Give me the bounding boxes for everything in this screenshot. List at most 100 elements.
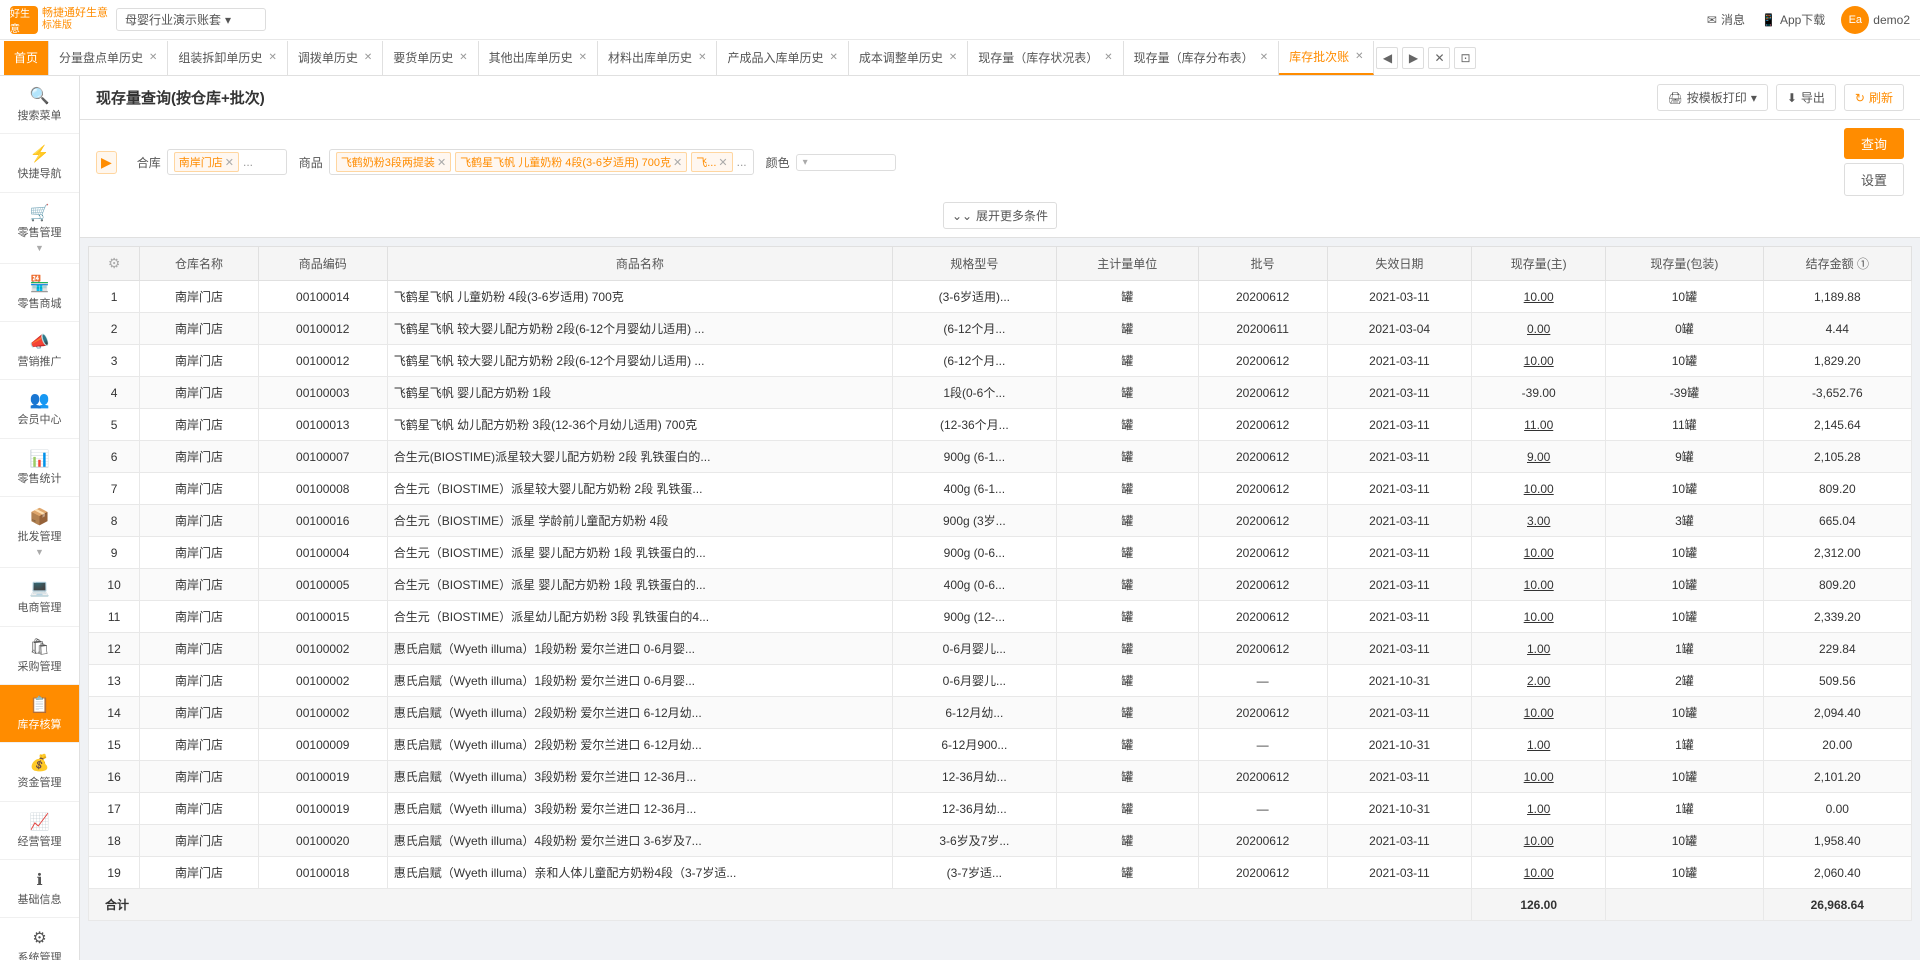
sidebar-item-business[interactable]: 📈 经营管理 [0,802,79,860]
row-qty-main[interactable]: 10.00 [1472,601,1606,633]
tab-5[interactable]: 其他出库单历史 ✕ [479,41,598,75]
app-download-btn[interactable]: 📱 App下载 [1761,11,1825,28]
row-qty-main[interactable]: 9.00 [1472,441,1606,473]
tab-home[interactable]: 首页 [4,41,49,75]
col-settings[interactable]: ⚙ [89,247,140,281]
sidebar-item-purchase[interactable]: 🛍 采购管理 [0,627,79,685]
sidebar-item-marketing[interactable]: 📣 营销推广 [0,322,79,380]
tab-close-icon[interactable]: ✕ [949,52,957,63]
col-qty-pkg: 现存量(包装) [1606,247,1763,281]
row-qty-main[interactable]: 10.00 [1472,697,1606,729]
row-qty-main[interactable]: 10.00 [1472,281,1606,313]
sidebar-item-wholesale[interactable]: 📦 批发管理 ▼ [0,497,79,568]
sidebar-item-retail-shop[interactable]: 🏪 零售商城 [0,264,79,322]
row-qty-main[interactable]: 1.00 [1472,729,1606,761]
settings-button[interactable]: 设置 [1844,163,1904,196]
account-selector[interactable]: 母婴行业演示账套 ▾ [116,8,266,31]
row-qty-main[interactable]: 10.00 [1472,537,1606,569]
tab-nav-next[interactable]: ▶ [1402,47,1424,69]
tab-7[interactable]: 产成品入库单历史 ✕ [717,41,848,75]
row-qty-main[interactable]: 3.00 [1472,505,1606,537]
row-no: 8 [89,505,140,537]
sidebar-item-finance[interactable]: 💰 资金管理 [0,743,79,801]
tab-nav-prev[interactable]: ◀ [1376,47,1398,69]
tag-close-icon[interactable]: ✕ [673,156,682,169]
more-options-icon[interactable]: ... [737,155,747,169]
row-unit: 罐 [1056,857,1198,889]
row-qty-main[interactable]: 10.00 [1472,761,1606,793]
row-batch: 20200612 [1198,281,1327,313]
sidebar-item-retail-stats[interactable]: 📊 零售统计 [0,439,79,497]
goods-tag-container[interactable]: 飞鹤奶粉3段两提装 ✕ 飞鹤星飞帆 儿童奶粉 4段(3-6岁适用) 700克 ✕… [329,149,754,175]
tab-active[interactable]: 库存批次账 ✕ [1279,41,1374,75]
row-qty-main[interactable]: 10.00 [1472,473,1606,505]
tab-close-icon[interactable]: ✕ [149,52,157,63]
tab-close-icon[interactable]: ✕ [829,52,837,63]
tab-nav-close[interactable]: ✕ [1428,47,1450,69]
tag-close-icon[interactable]: ✕ [437,156,446,169]
row-qty-main[interactable]: 2.00 [1472,665,1606,697]
row-expire: 2021-03-11 [1327,857,1472,889]
row-qty-main[interactable]: 10.00 [1472,345,1606,377]
tab-close-icon[interactable]: ✕ [698,52,706,63]
goods-filter: 商品 飞鹤奶粉3段两提装 ✕ 飞鹤星飞帆 儿童奶粉 4段(3-6岁适用) 700… [299,149,754,175]
row-expire: 2021-03-11 [1327,377,1472,409]
tab-1[interactable]: 分量盘点单历史 ✕ [49,41,168,75]
row-qty-main[interactable]: 10.00 [1472,569,1606,601]
row-qty-main[interactable]: 1.00 [1472,633,1606,665]
print-button[interactable]: 🖨 按模板打印 ▾ [1657,84,1768,111]
goods-tag-1: 飞鹤奶粉3段两提装 ✕ [336,152,451,172]
sidebar-item-system[interactable]: ⚙ 系统管理 [0,918,79,960]
row-name: 惠氏启赋（Wyeth illuma）2段奶粉 爱尔兰进口 6-12月幼... [387,697,892,729]
user-profile[interactable]: Ea demo2 [1841,6,1910,34]
row-no: 6 [89,441,140,473]
row-name: 惠氏启赋（Wyeth illuma）1段奶粉 爱尔兰进口 0-6月婴... [387,665,892,697]
tab-6[interactable]: 材料出库单历史 ✕ [598,41,717,75]
tab-2[interactable]: 组装拆卸单历史 ✕ [168,41,287,75]
tab-4[interactable]: 要货单历史 ✕ [383,41,478,75]
row-qty-main[interactable]: 11.00 [1472,409,1606,441]
export-button[interactable]: ⬇ 导出 [1776,84,1836,111]
sidebar-item-base-info[interactable]: ℹ 基础信息 [0,860,79,918]
row-qty-main[interactable]: 1.00 [1472,793,1606,825]
row-batch: — [1198,793,1327,825]
sidebar-item-quicknav[interactable]: ⚡ 快捷导航 [0,134,79,192]
settings-icon[interactable]: ⚙ [108,255,121,271]
warehouse-tag-container[interactable]: 南岸门店 ✕ ... [167,149,287,175]
row-qty-pkg: 10罐 [1606,473,1763,505]
sidebar-item-search[interactable]: 🔍 搜索菜单 [0,76,79,134]
tab-9[interactable]: 现存量（库存状况表） ✕ [968,41,1123,75]
tab-close-icon[interactable]: ✕ [579,52,587,63]
tag-close-icon[interactable]: ✕ [225,156,234,169]
search-button[interactable]: 查询 [1844,128,1904,159]
tab-close-icon[interactable]: ✕ [459,52,467,63]
row-qty-main[interactable]: 10.00 [1472,857,1606,889]
tab-10[interactable]: 现存量（库存分布表） ✕ [1124,41,1279,75]
tab-close-icon[interactable]: ✕ [1104,52,1112,63]
row-spec: 12-36月幼... [892,793,1056,825]
tab-8[interactable]: 成本调整单历史 ✕ [849,41,968,75]
expand-filter-btn[interactable]: ▶ [96,151,117,174]
row-qty-main[interactable]: 10.00 [1472,825,1606,857]
row-qty-main[interactable]: 0.00 [1472,313,1606,345]
tab-close-icon[interactable]: ✕ [364,52,372,63]
message-btn[interactable]: ✉ 消息 [1707,11,1745,28]
wholesale-icon: 📦 [30,507,50,527]
tab-close-icon[interactable]: ✕ [1355,51,1363,62]
tab-3[interactable]: 调拨单历史 ✕ [288,41,383,75]
row-warehouse: 南岸门店 [140,761,259,793]
more-options-icon[interactable]: ... [243,155,253,169]
row-unit: 罐 [1056,313,1198,345]
sidebar-item-members[interactable]: 👥 会员中心 [0,380,79,438]
sidebar-item-retail-mgmt[interactable]: 🛒 零售管理 ▼ [0,193,79,264]
tab-close-icon[interactable]: ✕ [268,52,276,63]
color-dropdown[interactable]: ▾ [796,154,896,171]
tab-nav-menu[interactable]: ⊡ [1454,47,1476,69]
expand-more-btn[interactable]: ⌄⌄ 展开更多条件 [943,202,1057,229]
sidebar-item-inventory[interactable]: 📋 库存核算 [0,685,79,743]
sidebar-item-ecommerce[interactable]: 💻 电商管理 [0,568,79,626]
refresh-button[interactable]: ↻ 刷新 [1844,84,1904,111]
tag-close-icon[interactable]: ✕ [718,156,727,169]
tab-close-icon[interactable]: ✕ [1260,52,1268,63]
filter-expand-row: ⌄⌄ 展开更多条件 [96,202,1904,229]
